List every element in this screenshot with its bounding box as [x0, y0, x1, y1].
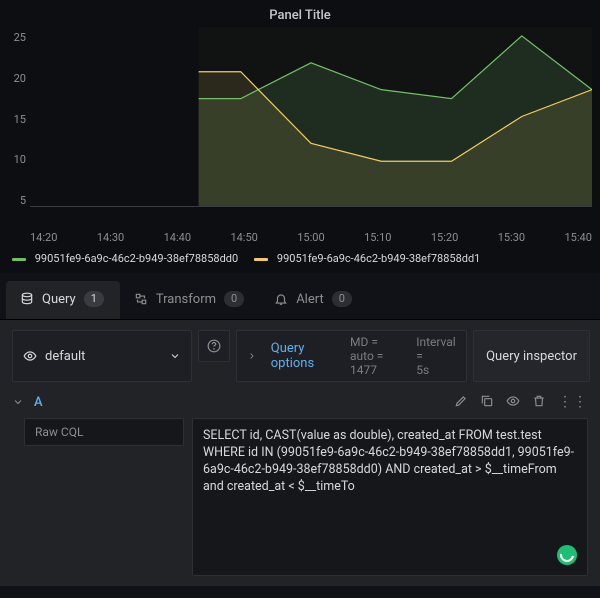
eye-icon	[506, 394, 520, 408]
legend-label: 99051fe9-6a9c-46c2-b949-38ef78858dd0	[35, 252, 238, 265]
query-options[interactable]: Query options MD = auto = 1477 Interval …	[236, 330, 467, 382]
tab-transform[interactable]: Transform 0	[120, 281, 260, 319]
edit-query-button[interactable]	[454, 394, 468, 410]
chart-area[interactable]: 25 20 15 10 5	[0, 27, 600, 227]
tab-label: Alert	[296, 292, 324, 307]
qopts-md-label: MD = auto =	[350, 335, 402, 363]
x-tick: 14:50	[230, 231, 257, 244]
x-tick: 15:30	[498, 231, 525, 244]
tab-badge: 0	[224, 291, 244, 307]
x-axis: 14:20 14:30 14:40 14:50 15:00 15:10 15:2…	[0, 227, 600, 246]
y-tick: 10	[14, 153, 26, 166]
query-ref-id[interactable]: A	[34, 395, 43, 410]
y-axis: 25 20 15 10 5	[0, 27, 30, 207]
qopts-interval-label: Interval =	[416, 335, 456, 363]
tab-label: Transform	[156, 292, 216, 307]
datasource-help-button[interactable]	[198, 330, 230, 362]
query-row-header: A ⋮⋮	[0, 388, 600, 414]
qopts-interval-value: 5s	[416, 363, 456, 377]
chevron-right-icon	[247, 350, 257, 362]
panel-title: Panel Title	[0, 6, 600, 27]
chevron-down-icon	[169, 350, 181, 362]
legend: 99051fe9-6a9c-46c2-b949-38ef78858dd0 990…	[0, 246, 600, 273]
datasource-select[interactable]: default	[12, 330, 192, 382]
bell-icon	[274, 292, 288, 306]
y-tick: 15	[14, 113, 26, 126]
tab-alert[interactable]: Alert 0	[260, 281, 368, 319]
eye-icon	[23, 349, 37, 363]
y-tick: 25	[14, 31, 26, 44]
trash-icon	[532, 394, 546, 408]
help-icon	[207, 339, 221, 353]
x-tick: 15:10	[364, 231, 391, 244]
x-tick: 14:30	[97, 231, 124, 244]
toggle-visibility-button[interactable]	[506, 394, 520, 410]
database-icon	[20, 292, 34, 306]
plot-svg	[30, 27, 592, 206]
datasource-name: default	[45, 349, 85, 364]
legend-swatch-icon	[12, 258, 26, 261]
transform-icon	[134, 292, 148, 306]
legend-swatch-icon	[254, 258, 268, 261]
query-editor: default Query options MD = auto = 1477 I…	[0, 320, 600, 586]
x-tick: 14:20	[30, 231, 57, 244]
chart-panel: Panel Title 25 20 15 10 5 14:20 14:3	[0, 0, 600, 273]
y-tick: 20	[14, 72, 26, 85]
drag-handle-icon[interactable]: ⋮⋮	[558, 394, 588, 410]
plot-area[interactable]	[30, 27, 592, 207]
query-inspector-button[interactable]: Query inspector	[473, 330, 590, 382]
duplicate-query-button[interactable]	[480, 394, 494, 410]
query-row-actions: ⋮⋮	[454, 394, 588, 410]
tab-query[interactable]: Query 1	[6, 281, 120, 319]
query-inspector-label: Query inspector	[486, 349, 577, 364]
raw-cql-input[interactable]: SELECT id, CAST(value as double), create…	[192, 418, 588, 576]
query-toolbar: default Query options MD = auto = 1477 I…	[0, 320, 600, 388]
x-tick: 15:40	[565, 231, 592, 244]
x-tick: 14:40	[164, 231, 191, 244]
legend-item[interactable]: 99051fe9-6a9c-46c2-b949-38ef78858dd0	[12, 252, 238, 265]
x-tick: 15:00	[297, 231, 324, 244]
query-options-label: Query options	[271, 341, 336, 371]
tab-badge: 1	[84, 291, 104, 307]
tab-badge: 0	[332, 291, 352, 307]
pencil-icon	[454, 394, 468, 408]
raw-cql-text: SELECT id, CAST(value as double), create…	[203, 428, 574, 494]
qopts-md-value: 1477	[350, 363, 402, 377]
grammarly-icon[interactable]	[557, 545, 577, 565]
x-tick: 15:20	[431, 231, 458, 244]
tab-label: Query	[42, 292, 76, 307]
collapse-toggle[interactable]	[12, 396, 24, 408]
delete-query-button[interactable]	[532, 394, 546, 410]
copy-icon	[480, 394, 494, 408]
query-body: Raw CQL SELECT id, CAST(value as double)…	[0, 414, 600, 576]
legend-label: 99051fe9-6a9c-46c2-b949-38ef78858dd1	[277, 252, 480, 265]
legend-item[interactable]: 99051fe9-6a9c-46c2-b949-38ef78858dd1	[254, 252, 480, 265]
editor-tabs: Query 1 Transform 0 Alert 0	[0, 273, 600, 320]
raw-cql-label: Raw CQL	[24, 418, 184, 446]
y-tick: 5	[20, 194, 26, 207]
